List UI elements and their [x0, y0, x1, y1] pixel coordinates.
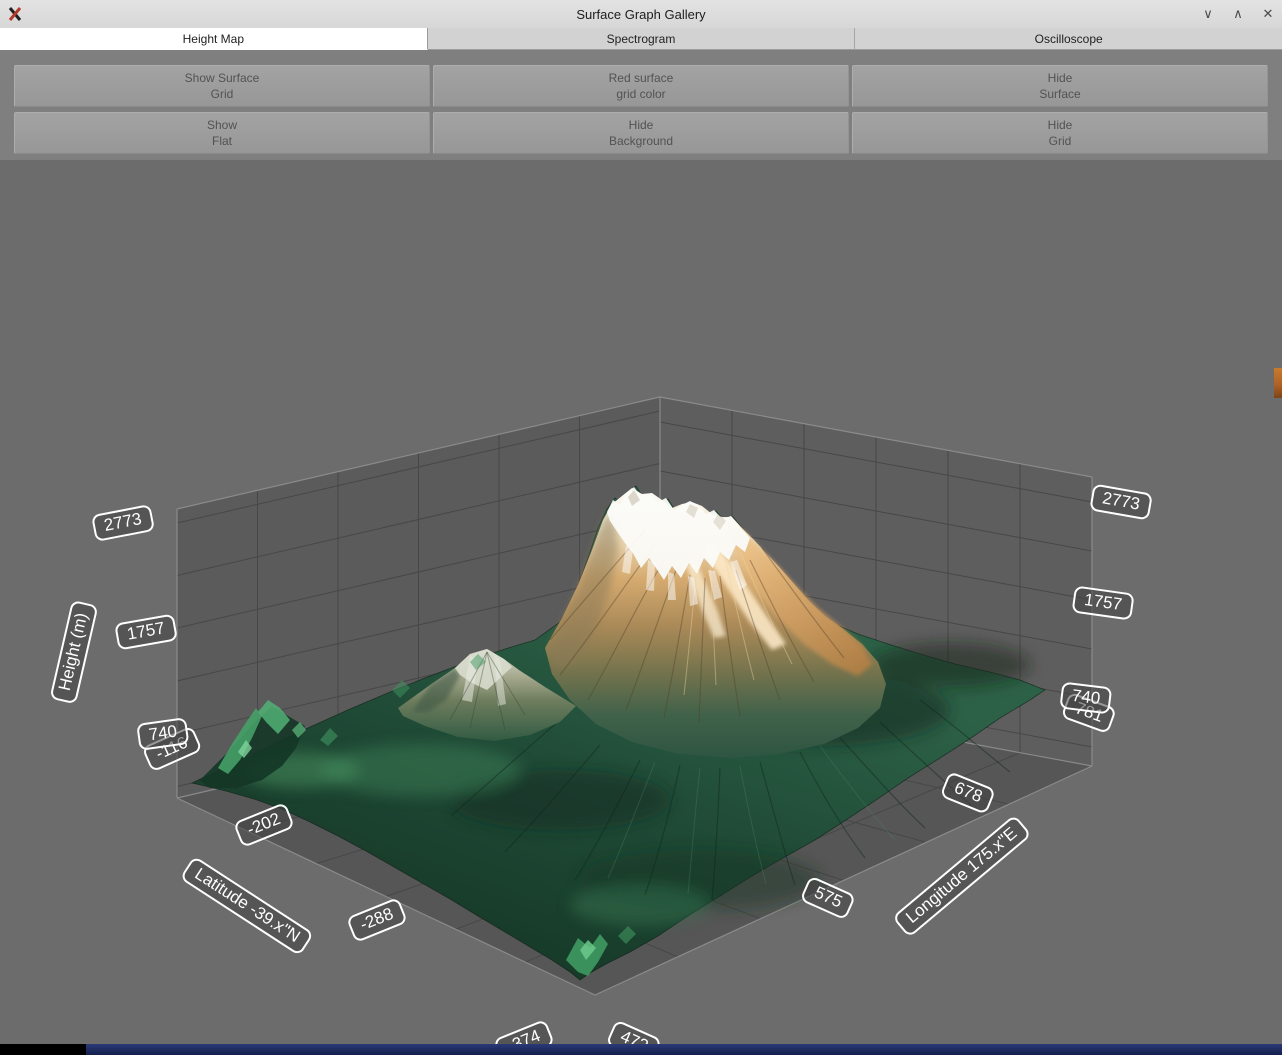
hide-surface-button[interactable]: Hide Surface [852, 65, 1268, 107]
shade-window-icon[interactable]: ∨ [1200, 0, 1216, 28]
button-label: Hide [1048, 70, 1073, 86]
taskbar-strip [0, 1044, 1282, 1055]
toolbar: Show Surface Grid Red surface grid color… [14, 65, 1268, 154]
close-window-icon[interactable]: ✕ [1260, 0, 1276, 28]
button-label: Show Surface [185, 70, 260, 86]
tab-oscilloscope[interactable]: Oscilloscope [855, 28, 1282, 50]
taskbar-strip-blue [86, 1044, 1282, 1055]
button-label: Surface [1039, 86, 1080, 102]
maximize-window-icon[interactable]: ∧ [1230, 0, 1246, 28]
tab-height-map[interactable]: Height Map [0, 28, 428, 50]
button-label: Background [609, 133, 673, 149]
hide-background-button[interactable]: Hide Background [433, 112, 849, 154]
surface-grid-color-button[interactable]: Red surface grid color [433, 65, 849, 107]
button-label: Red surface [609, 70, 674, 86]
show-surface-grid-button[interactable]: Show Surface Grid [14, 65, 430, 107]
app-icon [7, 6, 23, 22]
button-label: Hide [1048, 117, 1073, 133]
window-title: Surface Graph Gallery [0, 7, 1282, 22]
screen-edge-artifact [1274, 368, 1282, 398]
button-label: Grid [1049, 133, 1072, 149]
button-label: Hide [629, 117, 654, 133]
hide-grid-button[interactable]: Hide Grid [852, 112, 1268, 154]
button-label: Grid [211, 86, 234, 102]
surface-graph-view[interactable]: 2773 1757 -116 740 Height (m) -202 -288 … [0, 160, 1282, 1044]
button-label: Show [207, 117, 237, 133]
button-label: grid color [616, 86, 665, 102]
tab-spectrogram[interactable]: Spectrogram [428, 28, 856, 50]
button-label: Flat [212, 133, 232, 149]
tab-bar: Height Map Spectrogram Oscilloscope [0, 28, 1282, 50]
window-controls: ∨ ∧ ✕ [1200, 0, 1276, 28]
show-flat-button[interactable]: Show Flat [14, 112, 430, 154]
title-bar: Surface Graph Gallery ∨ ∧ ✕ [0, 0, 1282, 29]
